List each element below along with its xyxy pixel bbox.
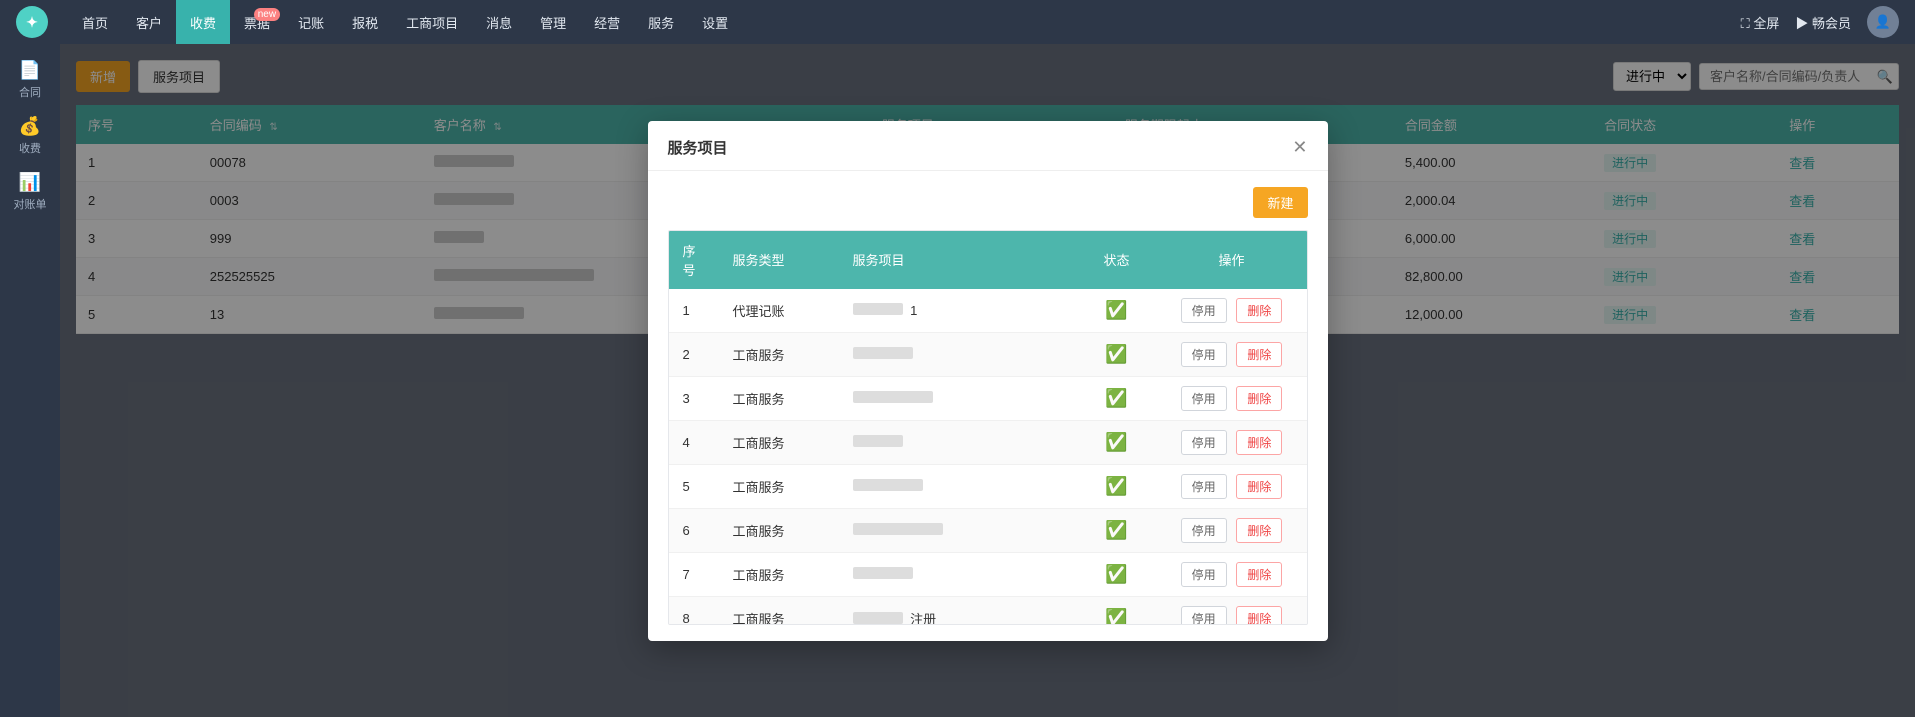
nav-item-industry[interactable]: 工商项目 [392,0,472,44]
delete-button[interactable]: 删除 [1236,518,1282,543]
sidebar-label-reconciliation: 对账单 [14,196,47,212]
stop-button[interactable]: 停用 [1181,562,1227,587]
modal-overlay[interactable]: 服务项目 ✕ 新建 序号 服务类型 服务项目 [60,44,1915,717]
nav-item-home[interactable]: 首页 [68,0,122,44]
fee-icon: 💰 [19,116,41,137]
nav-item-operate[interactable]: 经营 [580,0,634,44]
table-row: 4 工商服务 ✅ 停用 删除 [669,420,1307,464]
nav-right-actions: ⛶ 全屏 ▶ 畅会员 👤 [1741,6,1899,38]
contract-icon: 📄 [19,60,41,81]
nav-badge-new: new [254,8,280,21]
stop-button[interactable]: 停用 [1181,430,1227,455]
table-row: 7 工商服务 ✅ 停用 删除 [669,552,1307,596]
delete-button[interactable]: 删除 [1236,298,1282,323]
service-items-modal: 服务项目 ✕ 新建 序号 服务类型 服务项目 [648,121,1328,641]
item-blur [853,567,913,579]
stop-button[interactable]: 停用 [1181,298,1227,323]
main-layout: 📄 合同 💰 收费 📊 对账单 新增 服务项目 进行中 已完成 已取消 [0,44,1915,717]
status-check-icon: ✅ [1105,520,1127,540]
modal-table-header: 序号 服务类型 服务项目 状态 操作 [669,231,1307,289]
modal-table-container: 序号 服务类型 服务项目 状态 操作 1 [668,230,1308,625]
status-check-icon: ✅ [1105,300,1127,320]
stop-button[interactable]: 停用 [1181,606,1227,625]
delete-button[interactable]: 删除 [1236,342,1282,367]
status-check-icon: ✅ [1105,608,1127,625]
vip-button[interactable]: ▶ 畅会员 [1795,13,1851,32]
stop-button[interactable]: 停用 [1181,474,1227,499]
status-check-icon: ✅ [1105,344,1127,364]
delete-button[interactable]: 删除 [1236,606,1282,625]
item-blur [853,479,923,491]
table-row: 8 工商服务 注册 ✅ 停用 删除 [669,596,1307,625]
sidebar-label-contract: 合同 [19,84,41,100]
main-content: 新增 服务项目 进行中 已完成 已取消 🔍 序号 合同编码 ⇅ [60,44,1915,717]
item-blur [853,435,903,447]
nav-item-settings[interactable]: 设置 [688,0,742,44]
status-check-icon: ✅ [1105,432,1127,452]
top-navigation: ✦ 首页 客户 收费 票据 new 记账 报税 工商项目 消息 管理 经营 服务… [0,0,1915,44]
delete-button[interactable]: 删除 [1236,562,1282,587]
nav-item-service[interactable]: 服务 [634,0,688,44]
modal-toolbar: 新建 [668,187,1308,218]
nav-item-fee[interactable]: 收费 [176,0,230,44]
nav-item-tax[interactable]: 报税 [338,0,392,44]
item-blur [853,612,903,624]
stop-button[interactable]: 停用 [1181,518,1227,543]
modal-title: 服务项目 [668,137,728,158]
table-row: 3 工商服务 ✅ 停用 删除 [669,376,1307,420]
modal-close-button[interactable]: ✕ [1292,137,1307,158]
item-blur [853,347,913,359]
app-logo[interactable]: ✦ [16,6,48,38]
table-row: 2 工商服务 ✅ 停用 删除 [669,332,1307,376]
nav-item-bookkeep[interactable]: 记账 [284,0,338,44]
modal-body: 新建 序号 服务类型 服务项目 状态 操作 [648,171,1328,641]
delete-button[interactable]: 删除 [1236,474,1282,499]
table-row: 5 工商服务 ✅ 停用 删除 [669,464,1307,508]
modal-new-button[interactable]: 新建 [1253,187,1307,218]
sidebar-label-fee: 收费 [19,140,41,156]
nav-item-manage[interactable]: 管理 [526,0,580,44]
status-check-icon: ✅ [1105,388,1127,408]
table-row: 6 工商服务 ✅ 停用 删除 [669,508,1307,552]
stop-button[interactable]: 停用 [1181,342,1227,367]
delete-button[interactable]: 删除 [1236,430,1282,455]
stop-button[interactable]: 停用 [1181,386,1227,411]
nav-item-customer[interactable]: 客户 [122,0,176,44]
item-blur [853,303,903,315]
nav-item-message[interactable]: 消息 [472,0,526,44]
sidebar-item-contract[interactable]: 📄 合同 [4,54,56,106]
sidebar-item-reconciliation[interactable]: 📊 对账单 [4,166,56,218]
item-blur [853,391,933,403]
table-row: 1 代理记账 1 ✅ 停用 删除 [669,289,1307,333]
status-check-icon: ✅ [1105,564,1127,584]
fullscreen-button[interactable]: ⛶ 全屏 [1741,13,1780,32]
nav-menu: 首页 客户 收费 票据 new 记账 报税 工商项目 消息 管理 经营 服务 设… [68,0,1741,44]
sidebar: 📄 合同 💰 收费 📊 对账单 [0,44,60,717]
item-blur [853,523,943,535]
nav-item-bill[interactable]: 票据 new [230,0,284,44]
service-items-table: 序号 服务类型 服务项目 状态 操作 1 [669,231,1307,625]
sidebar-item-fee[interactable]: 💰 收费 [4,110,56,162]
status-check-icon: ✅ [1105,476,1127,496]
user-avatar[interactable]: 👤 [1867,6,1899,38]
delete-button[interactable]: 删除 [1236,386,1282,411]
modal-header: 服务项目 ✕ [648,121,1328,171]
reconciliation-icon: 📊 [19,172,41,193]
